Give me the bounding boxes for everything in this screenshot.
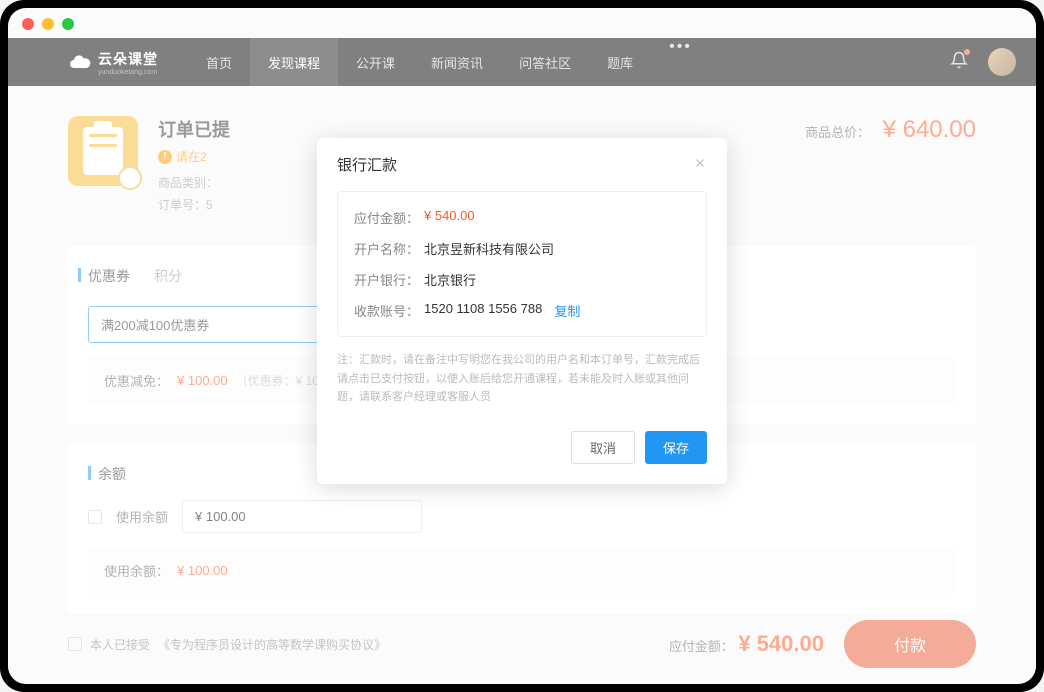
minimize-window-icon[interactable] <box>42 18 54 30</box>
bank-transfer-modal: 银行汇款 应付金额： ¥ 540.00 开户名称： 北京昱新科技有限公司 <box>317 138 727 484</box>
maximize-window-icon[interactable] <box>62 18 74 30</box>
account-no-label: 收款账号： <box>354 301 424 320</box>
close-window-icon[interactable] <box>22 18 34 30</box>
modal-note: 注：汇款时，请在备注中写明您在我公司的用户名和本订单号，汇款完成后请点击已支付按… <box>337 351 707 407</box>
bank-value: 北京银行 <box>424 270 476 289</box>
cancel-button[interactable]: 取消 <box>571 431 635 464</box>
account-name-value: 北京昱新科技有限公司 <box>424 239 554 258</box>
modal-title: 银行汇款 <box>337 154 397 175</box>
amount-value: ¥ 540.00 <box>424 208 475 227</box>
account-name-label: 开户名称： <box>354 239 424 258</box>
modal-overlay: 银行汇款 应付金额： ¥ 540.00 开户名称： 北京昱新科技有限公司 <box>8 8 1036 684</box>
bank-info-box: 应付金额： ¥ 540.00 开户名称： 北京昱新科技有限公司 开户银行： 北京… <box>337 191 707 337</box>
copy-button[interactable]: 复制 <box>554 301 580 320</box>
bank-label: 开户银行： <box>354 270 424 289</box>
account-no-value: 1520 1108 1556 788 <box>424 301 542 320</box>
save-button[interactable]: 保存 <box>645 431 707 464</box>
modal-close-button[interactable] <box>693 154 707 175</box>
window-controls <box>22 18 74 30</box>
close-icon <box>693 156 707 170</box>
amount-label: 应付金额： <box>354 208 424 227</box>
